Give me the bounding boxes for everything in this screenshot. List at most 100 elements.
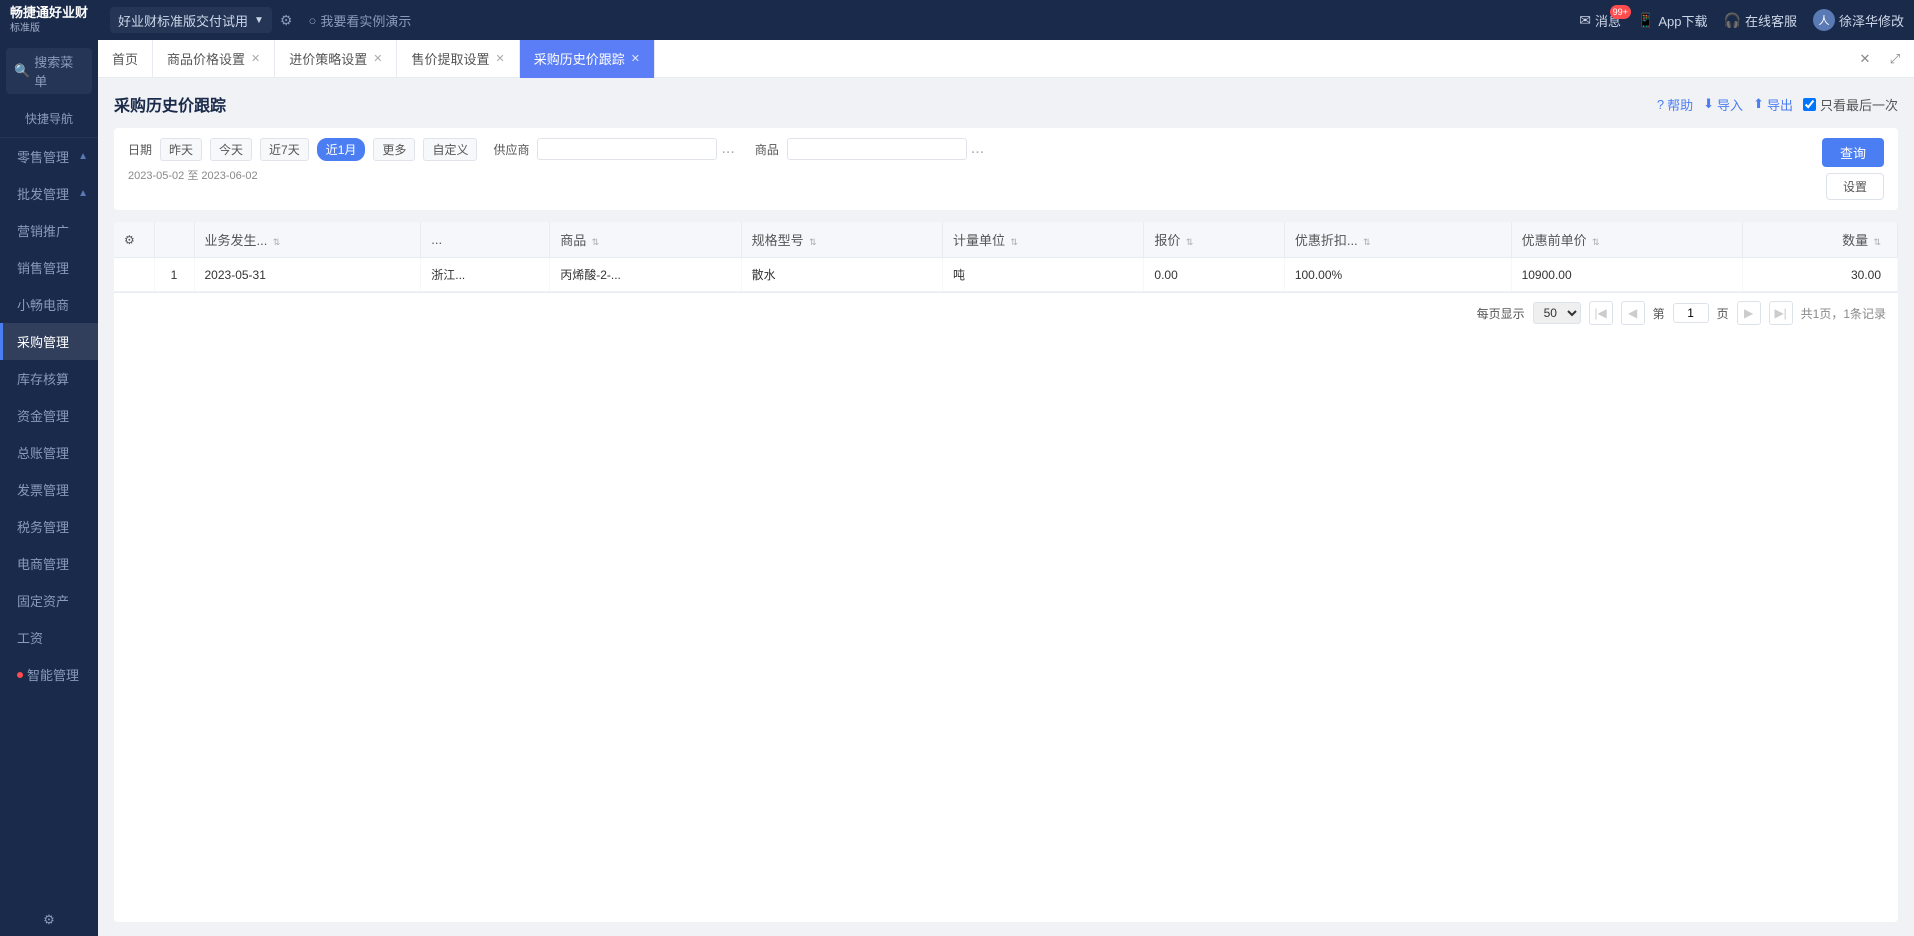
sidebar-menu: 零售管理 ▲ 批发管理 ▲ 营销推广 销售管理 小畅电商 采购管理 库存核算: [0, 138, 98, 693]
prev-page-btn[interactable]: ◀: [1621, 301, 1645, 325]
sidebar-item-label: 零售管理: [17, 147, 78, 166]
th-spec[interactable]: 规格型号 ⇅: [741, 222, 942, 258]
sidebar-item-salary[interactable]: 工资: [0, 619, 98, 656]
sidebar: 🔍 搜索菜单 快捷导航 零售管理 ▲ 批发管理 ▲ 营销推广 销售管理 小畅电: [0, 40, 98, 936]
sidebar-item-finance[interactable]: 资金管理: [0, 397, 98, 434]
app-download-button[interactable]: 📱 App下载: [1637, 11, 1708, 30]
sidebar-item-purchase[interactable]: 采购管理: [0, 323, 98, 360]
search-icon: 🔍: [14, 63, 30, 79]
supplier-input-wrap: ...: [537, 138, 738, 160]
sidebar-item-assets[interactable]: 固定资产: [0, 582, 98, 619]
first-page-btn[interactable]: |◀: [1589, 301, 1613, 325]
settings-icon[interactable]: ⚙: [280, 12, 293, 29]
sidebar-item-invoice[interactable]: 发票管理: [0, 471, 98, 508]
tab-close-icon[interactable]: ✕: [631, 52, 640, 65]
sidebar-gear-button[interactable]: ⚙: [0, 904, 98, 936]
th-unit-price[interactable]: 优惠前单价 ⇅: [1511, 222, 1743, 258]
tab-sale[interactable]: 售价提取设置 ✕: [397, 40, 519, 78]
quick-nav-item[interactable]: 快捷导航: [0, 104, 98, 133]
td-quote: 0.00: [1144, 258, 1284, 292]
goods-filter-label: 商品: [755, 141, 779, 158]
tab-close-icon[interactable]: ✕: [496, 52, 505, 65]
tab-close-icon[interactable]: ✕: [373, 52, 382, 65]
sidebar-item-sales[interactable]: 销售管理: [0, 249, 98, 286]
next-page-btn[interactable]: ▶: [1737, 301, 1761, 325]
page-unit: 页: [1717, 305, 1729, 322]
goods-dots-btn[interactable]: ...: [967, 140, 988, 158]
sidebar-item-label: 发票管理: [17, 480, 88, 499]
app-title: 畅捷通好业财: [10, 5, 88, 22]
th-gear[interactable]: ⚙: [114, 222, 154, 258]
query-button[interactable]: 查询: [1822, 138, 1884, 167]
th-discount[interactable]: 优惠折扣... ⇅: [1284, 222, 1511, 258]
page-input[interactable]: [1673, 303, 1709, 323]
sidebar-item-ecommerce[interactable]: 电商管理: [0, 545, 98, 582]
date-custom-btn[interactable]: 自定义: [423, 138, 477, 161]
sidebar-item-label: 总账管理: [17, 443, 88, 462]
date-1month-btn[interactable]: 近1月: [317, 138, 366, 161]
message-button[interactable]: ✉ 消息 99+: [1579, 11, 1621, 30]
tab-close-icon[interactable]: ✕: [251, 52, 260, 65]
tab-home[interactable]: 首页: [98, 40, 153, 78]
supplier-filter-row: 供应商 ...: [493, 138, 738, 160]
th-quote-label: 报价: [1154, 233, 1180, 248]
sidebar-search[interactable]: 🔍 搜索菜单: [0, 40, 98, 102]
tab-strategy[interactable]: 进价策略设置 ✕: [275, 40, 397, 78]
sidebar-item-label: 批发管理: [17, 184, 78, 203]
quick-nav[interactable]: 快捷导航: [0, 102, 98, 138]
sidebar-item-ecommerce-small[interactable]: 小畅电商: [0, 286, 98, 323]
version-label: 好业财标准版交付试用: [118, 11, 248, 30]
version-select[interactable]: 好业财标准版交付试用 ▼: [110, 7, 272, 33]
only-last-input[interactable]: [1803, 98, 1816, 111]
help-button[interactable]: ? 帮助: [1657, 95, 1693, 114]
online-service-label: 在线客服: [1745, 11, 1797, 30]
sidebar-item-wholesale[interactable]: 批发管理 ▲: [0, 175, 98, 212]
only-last-checkbox[interactable]: 只看最后一次: [1803, 95, 1898, 114]
export-icon: ⬆: [1753, 96, 1764, 112]
th-qty-label: 数量: [1842, 233, 1868, 248]
chevron-down-icon: ▼: [254, 15, 264, 26]
tab-maximize-button[interactable]: ⤢: [1882, 46, 1908, 72]
data-table: ⚙ 业务发生... ⇅ ... 商品 ⇅: [114, 222, 1898, 292]
last-page-btn[interactable]: ▶|: [1769, 301, 1793, 325]
supplier-dots-btn[interactable]: ...: [717, 140, 738, 158]
per-page-select[interactable]: 50: [1533, 302, 1581, 324]
app-download-icon: 📱: [1637, 12, 1654, 29]
th-unit[interactable]: 计量单位 ⇅: [943, 222, 1144, 258]
export-button[interactable]: ⬆ 导出: [1753, 95, 1793, 114]
th-quote[interactable]: 报价 ⇅: [1144, 222, 1284, 258]
date-7days-btn[interactable]: 近7天: [260, 138, 309, 161]
sidebar-item-inventory[interactable]: 库存核算: [0, 360, 98, 397]
sidebar-item-marketing[interactable]: 营销推广: [0, 212, 98, 249]
th-goods[interactable]: 商品 ⇅: [550, 222, 741, 258]
setting-button[interactable]: 设置: [1826, 173, 1884, 200]
table-row[interactable]: 1 2023-05-31 浙江... 丙烯酸-2-... 散水 吨 0.00 1…: [114, 258, 1898, 292]
th-date[interactable]: 业务发生... ⇅: [194, 222, 421, 258]
user-info[interactable]: 人 徐泽华修改: [1813, 9, 1904, 31]
date-today-btn[interactable]: 今天: [210, 138, 252, 161]
app-download-label: App下载: [1658, 11, 1707, 30]
demo-icon: ○: [308, 13, 316, 28]
th-more[interactable]: ...: [421, 222, 550, 258]
help-icon: ?: [1657, 97, 1664, 112]
sidebar-item-ledger[interactable]: 总账管理: [0, 434, 98, 471]
date-more-btn[interactable]: 更多: [373, 138, 415, 161]
sidebar-item-retail[interactable]: 零售管理 ▲: [0, 138, 98, 175]
supplier-input[interactable]: [537, 138, 717, 160]
demo-link[interactable]: ○ 我要看实例演示: [308, 11, 411, 30]
import-button[interactable]: ⬇ 导入: [1703, 95, 1743, 114]
goods-input[interactable]: [787, 138, 967, 160]
search-label: 搜索菜单: [34, 52, 84, 90]
sidebar-item-tax[interactable]: 税务管理: [0, 508, 98, 545]
tab-purchase[interactable]: 采购历史价跟踪 ✕: [520, 40, 655, 78]
table-header-row: ⚙ 业务发生... ⇅ ... 商品 ⇅: [114, 222, 1898, 258]
sort-icon: ⇅: [1186, 237, 1194, 247]
date-yesterday-btn[interactable]: 昨天: [160, 138, 202, 161]
th-qty[interactable]: 数量 ⇅: [1743, 222, 1898, 258]
user-name: 徐泽华修改: [1839, 11, 1904, 30]
online-service-button[interactable]: 🎧 在线客服: [1724, 11, 1797, 30]
sidebar-item-smart[interactable]: 智能管理: [0, 656, 98, 693]
tab-bar-controls: ✕ ⤢: [1852, 46, 1914, 72]
tab-close-button[interactable]: ✕: [1852, 46, 1878, 72]
tab-price[interactable]: 商品价格设置 ✕: [153, 40, 275, 78]
